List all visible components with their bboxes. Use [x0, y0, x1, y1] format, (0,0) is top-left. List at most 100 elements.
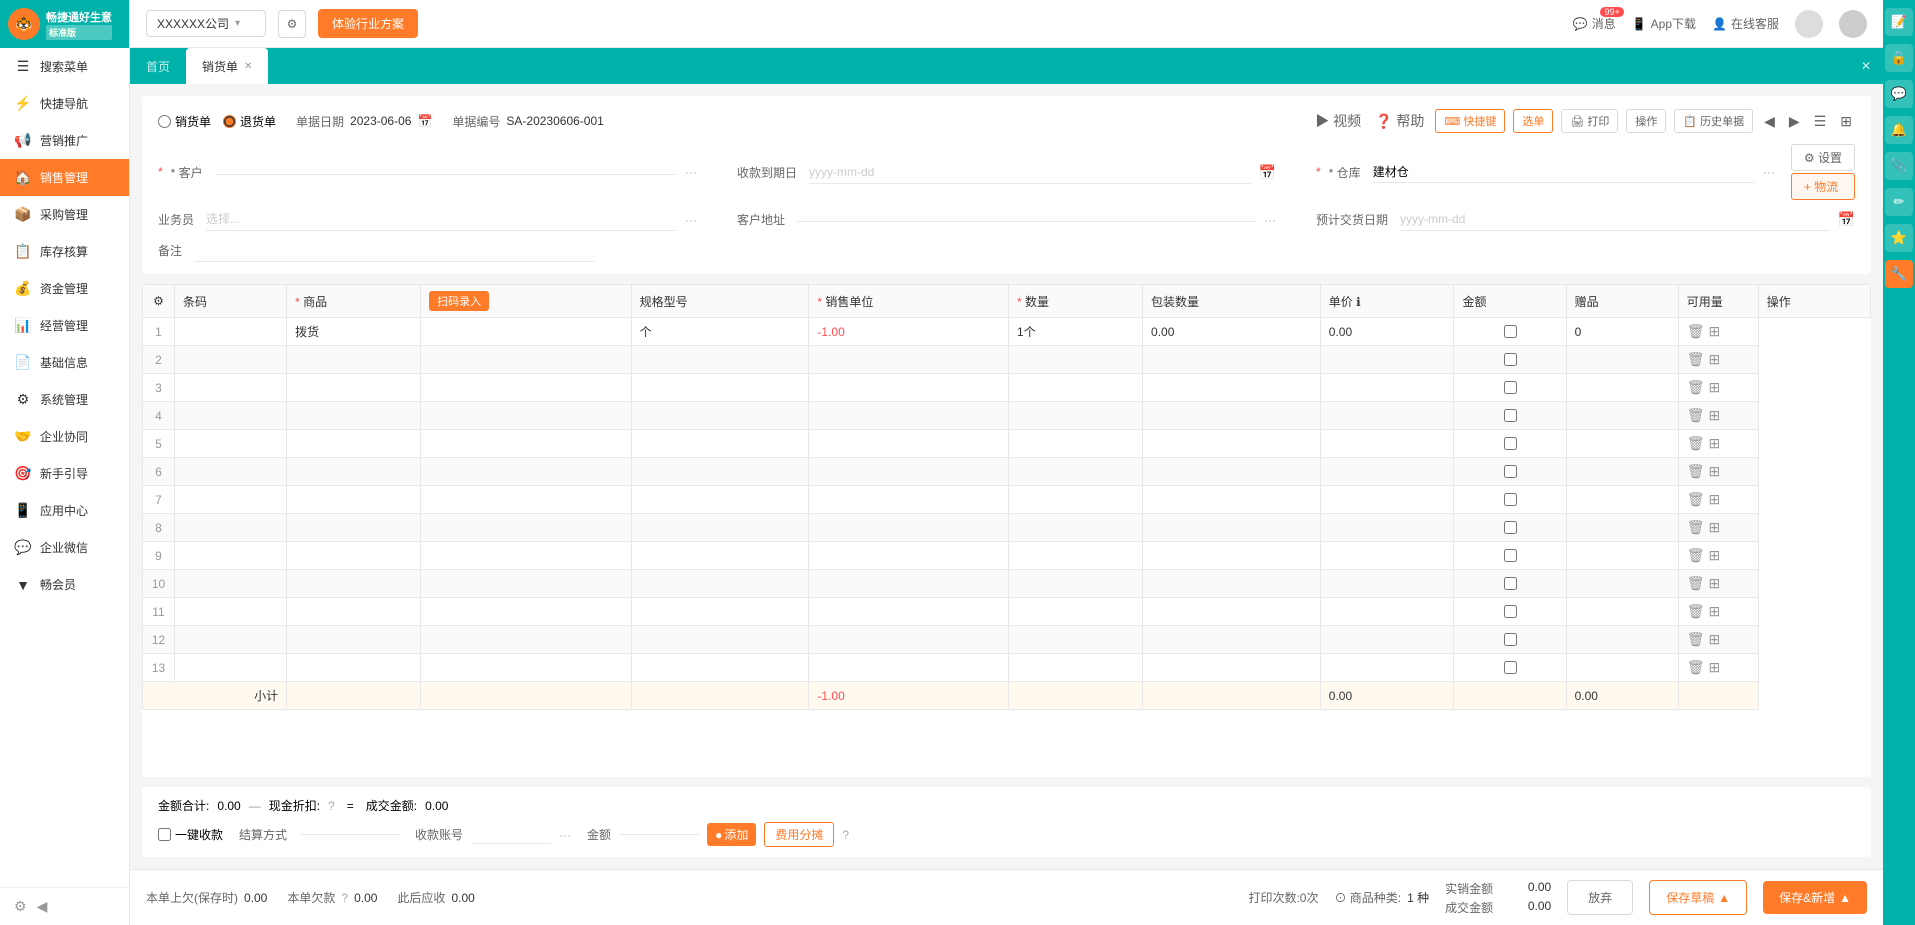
- row-barcode[interactable]: [175, 318, 287, 346]
- row-spec[interactable]: [421, 318, 632, 346]
- company-selector[interactable]: XXXXXX公司 ▾: [146, 10, 266, 37]
- settings-icon[interactable]: ⚙: [14, 898, 27, 915]
- row-pkg-qty[interactable]: [1009, 486, 1143, 514]
- shortcut-button[interactable]: ⌨ 快捷键: [1435, 109, 1505, 133]
- sidebar-item-wechat[interactable]: 💬 企业微信: [0, 529, 129, 566]
- row-barcode[interactable]: [175, 626, 287, 654]
- setting-button[interactable]: ⚙ 设置: [1791, 144, 1855, 171]
- row-unit[interactable]: [631, 654, 809, 682]
- gift-checkbox[interactable]: [1504, 605, 1517, 618]
- row-unit-price[interactable]: 0.00: [1143, 318, 1321, 346]
- payment-amount-input[interactable]: [619, 834, 699, 835]
- delete-icon[interactable]: 🗑: [1687, 379, 1705, 396]
- gift-checkbox[interactable]: [1504, 465, 1517, 478]
- copy-icon[interactable]: ⊞: [1709, 323, 1721, 340]
- total-owe-help-icon[interactable]: ?: [341, 891, 348, 905]
- row-unit[interactable]: [631, 458, 809, 486]
- row-gift[interactable]: [1454, 430, 1566, 458]
- row-gift[interactable]: [1454, 374, 1566, 402]
- tab-close-all[interactable]: ✕: [1849, 48, 1883, 84]
- row-amount[interactable]: [1320, 542, 1454, 570]
- expense-split-button[interactable]: 费用分摊: [764, 822, 834, 847]
- row-qty[interactable]: [809, 598, 1009, 626]
- tab-close-icon[interactable]: ✕: [244, 61, 252, 72]
- row-amount[interactable]: [1320, 374, 1454, 402]
- row-barcode[interactable]: [175, 402, 287, 430]
- row-gift[interactable]: [1454, 598, 1566, 626]
- copy-icon[interactable]: ⊞: [1709, 407, 1721, 424]
- row-spec[interactable]: [421, 402, 632, 430]
- row-spec[interactable]: [421, 654, 632, 682]
- collapse-icon[interactable]: ◀: [37, 898, 48, 915]
- rp-chat-icon[interactable]: 💬: [1885, 80, 1913, 108]
- row-product[interactable]: [287, 542, 421, 570]
- delete-icon[interactable]: 🗑: [1687, 659, 1705, 676]
- row-unit[interactable]: [631, 430, 809, 458]
- row-spec[interactable]: [421, 542, 632, 570]
- row-unit[interactable]: [631, 514, 809, 542]
- message-button[interactable]: 💬 消息 99+: [1573, 15, 1616, 32]
- sidebar-item-inventory[interactable]: 📋 库存核算: [0, 233, 129, 270]
- row-unit-price[interactable]: [1143, 598, 1321, 626]
- row-barcode[interactable]: [175, 430, 287, 458]
- sidebar-item-finance[interactable]: 💰 资金管理: [0, 270, 129, 307]
- rp-bell-icon[interactable]: 🔔: [1885, 116, 1913, 144]
- add-button[interactable]: ● 添加: [707, 823, 756, 846]
- row-pkg-qty[interactable]: [1009, 626, 1143, 654]
- row-qty[interactable]: [809, 514, 1009, 542]
- account-more-icon[interactable]: ···: [559, 828, 571, 842]
- next-icon[interactable]: ▶: [1786, 110, 1803, 133]
- row-barcode[interactable]: [175, 458, 287, 486]
- tab-home[interactable]: 首页: [130, 48, 186, 84]
- row-product[interactable]: 拨货: [287, 318, 421, 346]
- row-gift[interactable]: [1454, 486, 1566, 514]
- row-unit-price[interactable]: [1143, 626, 1321, 654]
- sidebar-item-marketing[interactable]: 📢 营销推广: [0, 122, 129, 159]
- row-pkg-qty[interactable]: [1009, 458, 1143, 486]
- video-help-icon[interactable]: ▶ 视频: [1312, 108, 1364, 134]
- row-spec[interactable]: [421, 374, 632, 402]
- row-barcode[interactable]: [175, 514, 287, 542]
- col-scan[interactable]: 扫码录入: [421, 285, 632, 318]
- gift-checkbox[interactable]: [1504, 577, 1517, 590]
- row-pkg-qty[interactable]: [1009, 570, 1143, 598]
- row-barcode[interactable]: [175, 542, 287, 570]
- gift-checkbox[interactable]: [1504, 437, 1517, 450]
- row-qty[interactable]: [809, 458, 1009, 486]
- help-icon[interactable]: ❓ 帮助: [1372, 108, 1427, 134]
- radio-sales-order[interactable]: 销货单: [158, 113, 211, 130]
- row-pkg-qty[interactable]: [1009, 346, 1143, 374]
- row-amount[interactable]: [1320, 598, 1454, 626]
- copy-icon[interactable]: ⊞: [1709, 603, 1721, 620]
- row-pkg-qty[interactable]: [1009, 430, 1143, 458]
- row-qty[interactable]: [809, 626, 1009, 654]
- app-download-button[interactable]: 📱 App下载: [1632, 15, 1696, 32]
- date-calendar-icon[interactable]: 📅: [417, 114, 432, 128]
- row-barcode[interactable]: [175, 374, 287, 402]
- row-barcode[interactable]: [175, 486, 287, 514]
- row-product[interactable]: [287, 346, 421, 374]
- row-spec[interactable]: [421, 346, 632, 374]
- copy-icon[interactable]: ⊞: [1709, 491, 1721, 508]
- row-unit-price[interactable]: [1143, 402, 1321, 430]
- copy-icon[interactable]: ⊞: [1709, 547, 1721, 564]
- row-product[interactable]: [287, 598, 421, 626]
- sidebar-item-appcenter[interactable]: 📱 应用中心: [0, 492, 129, 529]
- row-pkg-qty[interactable]: 1个: [1009, 318, 1143, 346]
- scan-button[interactable]: 扫码录入: [429, 291, 489, 311]
- select-order-button[interactable]: 选单: [1513, 109, 1553, 133]
- save-new-button[interactable]: 保存&新增 ▲: [1763, 881, 1867, 914]
- row-unit-price[interactable]: [1143, 514, 1321, 542]
- row-unit[interactable]: [631, 374, 809, 402]
- online-service-button[interactable]: 👤 在线客服: [1712, 15, 1779, 32]
- gift-checkbox[interactable]: [1504, 521, 1517, 534]
- row-unit-price[interactable]: [1143, 542, 1321, 570]
- row-qty[interactable]: -1.00: [809, 318, 1009, 346]
- row-unit-price[interactable]: [1143, 374, 1321, 402]
- due-date-calendar-icon[interactable]: 📅: [1259, 164, 1276, 181]
- row-spec[interactable]: [421, 458, 632, 486]
- row-gift[interactable]: [1454, 626, 1566, 654]
- split-help-icon[interactable]: ?: [842, 828, 849, 842]
- customer-more-icon[interactable]: ···: [685, 165, 697, 179]
- row-qty[interactable]: [809, 570, 1009, 598]
